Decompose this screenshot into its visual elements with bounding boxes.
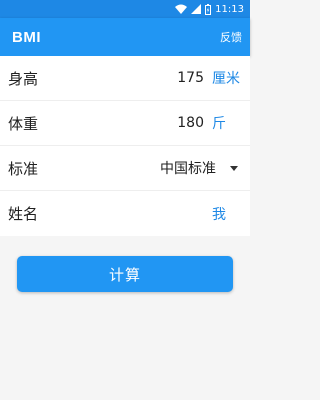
- height-input[interactable]: 175: [177, 70, 204, 86]
- name-label: 姓名: [8, 205, 39, 223]
- dropdown-caret-icon: [230, 165, 238, 171]
- name-input[interactable]: 我: [212, 204, 234, 224]
- bmi-form: 身高 175 厘米 体重 180 斤 标准 中国标准 姓名 我: [0, 56, 250, 236]
- status-time: 11:13: [215, 3, 244, 15]
- weight-row: 体重 180 斤: [0, 101, 250, 146]
- app-bar: BMI 反馈: [0, 18, 250, 56]
- standard-select[interactable]: 中国标准: [160, 158, 242, 178]
- height-row: 身高 175 厘米: [0, 56, 250, 101]
- weight-input[interactable]: 180: [177, 115, 204, 131]
- signal-icon: [191, 4, 202, 14]
- calculate-button[interactable]: 计算: [17, 256, 233, 292]
- weight-unit[interactable]: 斤: [212, 113, 242, 133]
- height-label: 身高: [8, 69, 39, 88]
- weight-label: 体重: [8, 114, 39, 133]
- battery-icon: [205, 3, 212, 15]
- standard-selected-value: 中国标准: [160, 161, 216, 177]
- app-title: BMI: [12, 28, 41, 46]
- name-row: 姓名 我: [0, 191, 250, 236]
- feedback-button[interactable]: 反馈: [220, 29, 242, 45]
- status-bar: 11:13: [0, 0, 250, 18]
- standard-row: 标准 中国标准: [0, 146, 250, 191]
- wifi-icon: [175, 4, 188, 14]
- standard-label: 标准: [8, 159, 39, 178]
- height-unit[interactable]: 厘米: [212, 68, 242, 88]
